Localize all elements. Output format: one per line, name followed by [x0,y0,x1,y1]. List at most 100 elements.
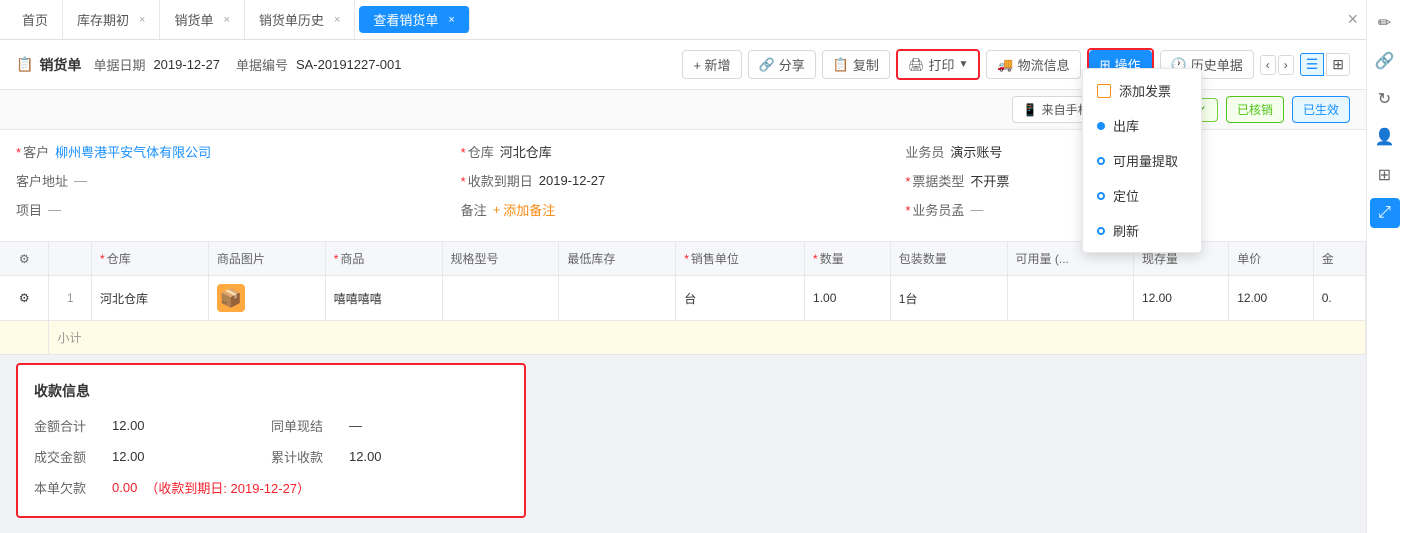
col-spec: 规格型号 [442,242,559,276]
col-warehouse: 仓库 [92,242,209,276]
copy-icon: 📋 [833,57,849,73]
col-pack-qty: 包装数量 [890,242,1007,276]
print-button[interactable]: 🖨 打印 ▼ [898,51,978,78]
available-qty-icon [1097,157,1105,165]
table-row: ⚙ 1 河北仓库 📦 嘻嘻嘻嘻 台 1.00 1台 12.00 [0,276,1366,321]
payment-grid: 金额合计 12.00 同单现结 — 成交金额 12.00 累计收款 12.00 … [34,413,508,500]
address-field: 客户地址 — [16,171,461,190]
subtotal-row: 小计 [0,321,1366,355]
col-product: 商品 [325,242,442,276]
payment-date-label: 收款到期日 [461,171,533,190]
row-price: 12.00 [1229,276,1314,321]
note-field: 备注 + 添加备注 [461,200,906,219]
tab-inventory[interactable]: 库存期初 × [63,0,160,39]
prev-button[interactable]: ‹ [1260,55,1276,75]
sales-staff-value: — [970,202,983,217]
grid-view-btn[interactable]: ⊞ [1326,53,1350,76]
tab-inventory-close[interactable]: × [139,14,145,26]
effective-status-badge[interactable]: 已生效 [1292,96,1350,123]
row-no: 1 [49,276,92,321]
invoice-label: 票据类型 [905,171,964,190]
staff-label: 业务员 [905,142,944,161]
logistics-button[interactable]: 🚚 物流信息 [986,50,1080,79]
locate-icon [1097,192,1105,200]
col-qty: 数量 [805,242,891,276]
logistics-icon: 🚚 [997,57,1013,73]
payment-transaction-value: 12.00 [112,449,145,464]
tab-sales-history-close[interactable]: × [334,14,340,26]
tab-bar: 首页 库存期初 × 销货单 × 销货单历史 × 查看销货单 × × [0,0,1366,40]
sales-staff-label: 业务员孟 [905,200,964,219]
row-amount: 0. [1313,276,1365,321]
product-table: ⚙ 仓库 商品图片 商品 规格型号 最低库存 销售单位 数量 包装数量 可用量 … [0,242,1366,355]
project-value: — [48,202,61,217]
project-label: 项目 [16,200,42,219]
row-available [1007,276,1133,321]
plus-icon: + [493,202,501,217]
new-button[interactable]: + 新增 [682,50,741,79]
payment-section: 收款信息 金额合计 12.00 同单现结 — 成交金额 12.00 累计收款 1… [16,363,526,518]
next-button[interactable]: › [1278,55,1294,75]
dropdown-refresh[interactable]: 刷新 [1083,213,1201,248]
payment-title: 收款信息 [34,381,508,401]
tab-sales[interactable]: 销货单 × [160,0,244,39]
dropdown-available-qty[interactable]: 可用量提取 [1083,143,1201,178]
col-unit: 销售单位 [676,242,805,276]
doc-date-label: 单据日期 2019-12-27 [93,55,220,74]
print-icon: 🖨 [908,57,925,73]
address-label: 客户地址 [16,171,68,190]
share-icon: 🔗 [759,57,775,73]
col-min-stock: 最低库存 [559,242,676,276]
address-value: — [74,173,87,188]
customer-value[interactable]: 柳州粤港平安气体有限公司 [55,142,211,161]
tab-view-sales-close[interactable]: × [448,14,454,26]
print-highlight-box: 🖨 打印 ▼ [896,49,980,80]
staff-value: 演示账号 [950,142,1002,161]
dropdown-outbound[interactable]: 出库 [1083,108,1201,143]
payment-settlement-value: — [349,418,362,433]
col-product-img: 商品图片 [208,242,325,276]
sold-status-badge[interactable]: 已核销 [1226,96,1284,123]
refresh-icon [1097,227,1105,235]
payment-total-value: 12.00 [112,418,145,433]
doc-title: 📋 销货单 [16,55,81,75]
invoice-value: 不开票 [970,171,1009,190]
payment-total-row: 金额合计 12.00 [34,413,271,438]
payment-transaction-label: 成交金额 [34,447,104,466]
project-field: 项目 — [16,200,461,219]
sidebar-link-icon[interactable]: 🔗 [1370,46,1400,76]
sidebar-edit-icon[interactable]: ✏ [1370,8,1400,38]
dropdown-menu: 添加发票 出库 可用量提取 定位 刷新 [1082,68,1202,253]
customer-label: 客户 [16,142,49,161]
sidebar-table-icon[interactable]: ⊞ [1370,160,1400,190]
tab-view-sales[interactable]: 查看销货单 × [359,6,469,33]
row-qty: 1.00 [805,276,891,321]
tab-bar-close-btn[interactable]: × [1347,9,1358,30]
dropdown-locate[interactable]: 定位 [1083,178,1201,213]
row-gear[interactable]: ⚙ [0,276,49,321]
tab-sales-history[interactable]: 销货单历史 × [245,0,355,39]
row-warehouse: 河北仓库 [92,276,209,321]
sidebar-user-icon[interactable]: 👤 [1370,122,1400,152]
add-note-button[interactable]: + 添加备注 [493,200,556,219]
share-button[interactable]: 🔗 分享 [748,50,816,79]
table-section: ⚙ 仓库 商品图片 商品 规格型号 最低库存 销售单位 数量 包装数量 可用量 … [0,242,1366,355]
row-min-stock [559,276,676,321]
sidebar-expand-icon[interactable]: ⤢ [1370,198,1400,228]
payment-due-label: 本单欠款 [34,478,104,497]
phone-icon: 📱 [1023,103,1038,117]
dropdown-add-invoice[interactable]: 添加发票 [1083,73,1201,108]
copy-button[interactable]: 📋 复制 [822,50,890,79]
toolbar: + 新增 🔗 分享 📋 复制 🖨 打印 ▼ 🚚 物流信息 [682,48,1350,81]
tab-home[interactable]: 首页 [8,0,63,39]
print-dropdown-icon: ▼ [958,59,968,70]
payment-due-row: 本单欠款 0.00 （收款到期日: 2019-12-27） [34,475,508,500]
product-image: 📦 [217,284,245,312]
col-no [49,242,92,276]
list-view-btn[interactable]: ☰ [1300,53,1325,76]
warehouse-field: 仓库 河北仓库 [461,142,906,161]
tab-sales-close[interactable]: × [223,14,229,26]
sidebar-refresh-icon[interactable]: ↻ [1370,84,1400,114]
col-amount: 金 [1313,242,1365,276]
right-sidebar: ✏ 🔗 ↻ 👤 ⊞ ⤢ [1366,0,1402,533]
